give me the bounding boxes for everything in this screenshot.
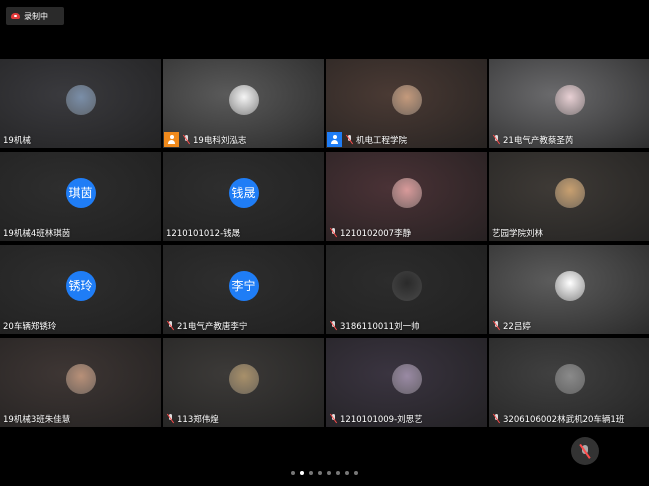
avatar	[228, 84, 259, 115]
participant-tile[interactable]: 李宁 21电气产教唐李宁	[163, 245, 324, 334]
avatar	[554, 270, 585, 301]
participant-label: 机电工程学院	[326, 131, 407, 148]
participant-tile[interactable]: 3206106002林武机20车辆1班	[489, 338, 649, 427]
mic-off-icon	[581, 444, 589, 458]
participant-name: 19机械3班朱佳慧	[3, 414, 71, 425]
participant-label: 21电气产教唐李宁	[163, 317, 247, 334]
participant-name: 1210102007李静	[340, 228, 412, 239]
participant-name: 1210101012-钱晟	[166, 228, 241, 239]
avatar-initials: 钱晟	[228, 177, 259, 208]
participant-tile[interactable]: 1210102007李静	[326, 152, 487, 241]
participant-tile[interactable]: 22吕婷	[489, 245, 649, 334]
participant-name: 3186110011刘一帅	[340, 321, 420, 332]
mic-muted-icon	[346, 135, 353, 144]
participant-tile[interactable]: 艺园学院刘林	[489, 152, 649, 241]
participant-tile[interactable]: 19机械3班朱佳慧	[0, 338, 161, 427]
participant-label: 19机械3班朱佳慧	[0, 410, 70, 427]
participant-tile[interactable]: 113郑伟煌	[163, 338, 324, 427]
avatar-initials: 锈玲	[65, 270, 96, 301]
participant-name: 21电气产教蔡圣芮	[503, 135, 574, 146]
participant-name: 113郑伟煌	[177, 414, 219, 425]
participant-tile[interactable]: 21电气产教蔡圣芮	[489, 59, 649, 148]
mic-muted-icon	[330, 228, 337, 237]
person-icon	[330, 135, 339, 144]
host-badge-icon	[164, 132, 179, 147]
participant-tile[interactable]: 1210101009-刘思艺	[326, 338, 487, 427]
participant-tile[interactable]: 3186110011刘一帅	[326, 245, 487, 334]
page-dot[interactable]	[336, 471, 340, 475]
cloud-record-icon	[11, 13, 20, 19]
page-dot[interactable]	[318, 471, 322, 475]
participant-label: 19机械	[0, 131, 31, 148]
participant-name: 21电气产教唐李宁	[177, 321, 248, 332]
participant-name: 20车辆郑锈玲	[3, 321, 57, 332]
avatar	[554, 363, 585, 394]
mute-button[interactable]	[571, 437, 599, 465]
avatar	[65, 84, 96, 115]
page-indicator[interactable]	[0, 471, 649, 475]
page-dot[interactable]	[354, 471, 358, 475]
participant-name: 22吕婷	[503, 321, 531, 332]
participant-tile[interactable]: 19电科刘泓志	[163, 59, 324, 148]
participant-tile[interactable]: 钱晟 1210101012-钱晟	[163, 152, 324, 241]
participant-name: 3206106002林武机20车辆1班	[503, 414, 625, 425]
avatar-initials: 李宁	[228, 270, 259, 301]
mic-muted-icon	[493, 414, 500, 423]
participant-label: 1210101009-刘思艺	[326, 410, 423, 427]
page-dot[interactable]	[345, 471, 349, 475]
avatar	[228, 363, 259, 394]
avatar	[391, 84, 422, 115]
mic-muted-icon	[330, 321, 337, 330]
participant-label: 3206106002林武机20车辆1班	[489, 410, 624, 427]
video-grid: 19机械 19电科刘泓志 机电工程学院 21电气产教蔡圣芮琪茵 19机械4班林琪茵 钱晟 1…	[0, 59, 649, 427]
mic-muted-icon	[167, 414, 174, 423]
participant-label: 113郑伟煌	[163, 410, 219, 427]
mic-muted-icon	[493, 321, 500, 330]
participant-tile[interactable]: 机电工程学院	[326, 59, 487, 148]
avatar	[391, 270, 422, 301]
participant-tile[interactable]: 19机械	[0, 59, 161, 148]
avatar	[65, 363, 96, 394]
participant-name: 19机械	[3, 135, 31, 146]
participant-label: 21电气产教蔡圣芮	[489, 131, 573, 148]
participant-name: 1210101009-刘思艺	[340, 414, 423, 425]
mic-muted-icon	[330, 414, 337, 423]
mic-muted-icon	[493, 135, 500, 144]
participant-label: 艺园学院刘林	[489, 224, 543, 241]
participant-name: 19电科刘泓志	[193, 135, 247, 146]
avatar-initials: 琪茵	[65, 177, 96, 208]
participant-label: 20车辆郑锈玲	[0, 317, 56, 334]
mic-muted-icon	[183, 135, 190, 144]
page-dot[interactable]	[327, 471, 331, 475]
page-dot[interactable]	[309, 471, 313, 475]
participant-label: 3186110011刘一帅	[326, 317, 420, 334]
participant-label: 22吕婷	[489, 317, 531, 334]
avatar	[391, 363, 422, 394]
participant-tile[interactable]: 锈玲 20车辆郑锈玲	[0, 245, 161, 334]
page-dot[interactable]	[291, 471, 295, 475]
person-icon	[167, 135, 176, 144]
recording-label: 录制中	[24, 11, 48, 21]
mic-muted-icon	[167, 321, 174, 330]
participant-tile[interactable]: 琪茵 19机械4班林琪茵	[0, 152, 161, 241]
participant-name: 艺园学院刘林	[492, 228, 544, 239]
avatar	[391, 177, 422, 208]
participant-name: 19机械4班林琪茵	[3, 228, 71, 239]
cohost-badge-icon	[327, 132, 342, 147]
participant-name: 机电工程学院	[356, 135, 408, 146]
participant-label: 19电科刘泓志	[163, 131, 246, 148]
participant-label: 19机械4班林琪茵	[0, 224, 70, 241]
participant-label: 1210101012-钱晟	[163, 224, 240, 241]
participant-label: 1210102007李静	[326, 224, 411, 241]
recording-indicator[interactable]: 录制中	[6, 7, 64, 25]
avatar	[554, 177, 585, 208]
avatar	[554, 84, 585, 115]
page-dot[interactable]	[300, 471, 304, 475]
